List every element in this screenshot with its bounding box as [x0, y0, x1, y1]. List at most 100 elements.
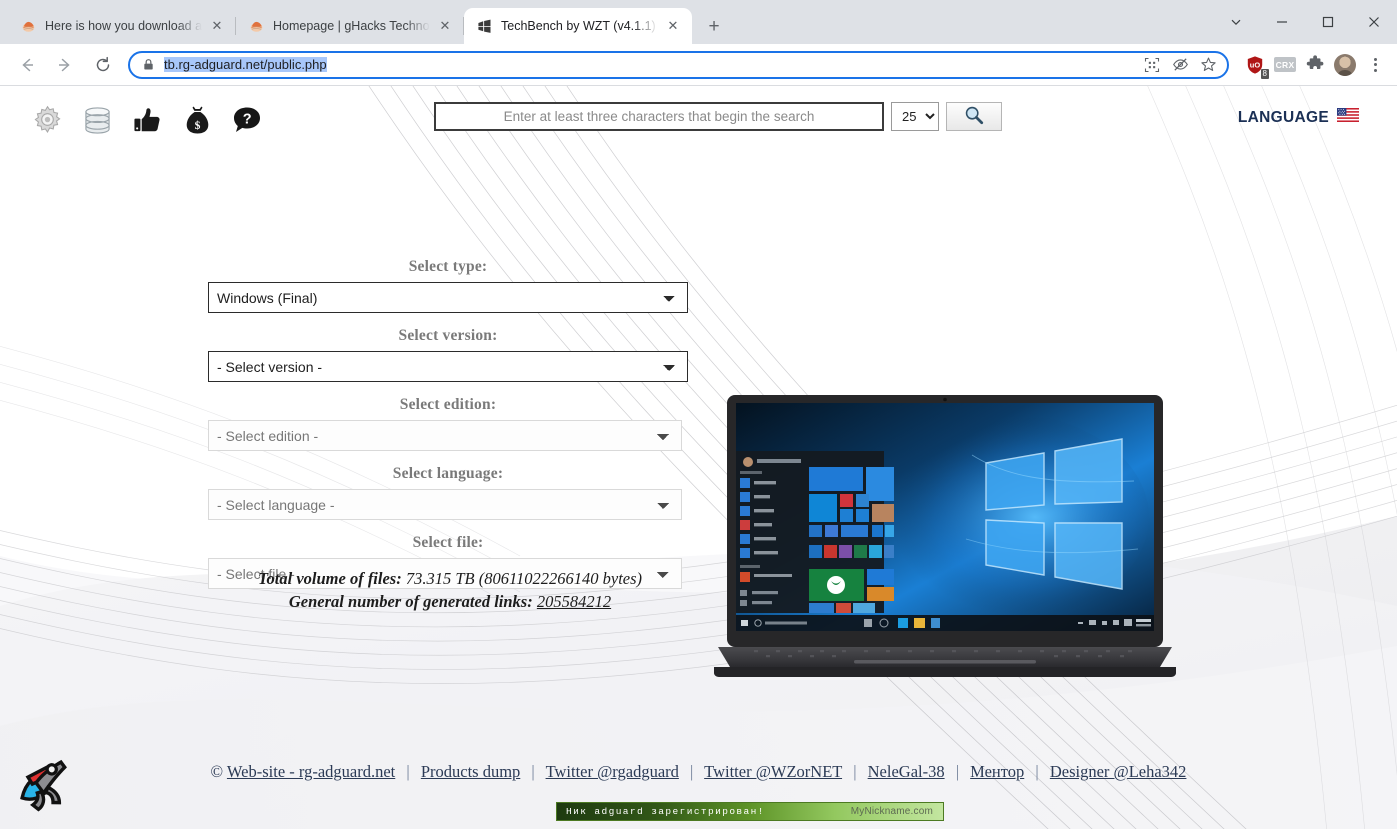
crx-label: CRX — [1274, 57, 1296, 72]
mynickname-brand: MyNickname.com — [850, 806, 933, 817]
total-volume-row: Total volume of files: 73.315 TB (806110… — [190, 568, 710, 591]
footer-links: © Web-site - rg-adguard.net | Products d… — [0, 762, 1397, 782]
database-icon[interactable] — [80, 103, 114, 137]
footer-separator: | — [406, 762, 410, 781]
footer-link-designer[interactable]: Designer @Leha342 — [1050, 762, 1187, 781]
minimize-icon[interactable] — [1259, 6, 1305, 38]
question-help-icon[interactable]: ? — [230, 103, 264, 137]
generated-links-row: General number of generated links: 20558… — [190, 591, 710, 614]
label-select-type: Select type: — [408, 258, 488, 275]
browser-toolbar: tb.rg-adguard.net/public.php uO 8 CRX — [0, 44, 1397, 86]
header-icon-bar: $ ? — [30, 103, 264, 137]
field-type: Select type: Windows (Final) — [208, 258, 688, 313]
mynickname-banner-text: Ник adguard зарегистрирован! — [566, 806, 765, 817]
tab-title: TechBench by WZT (v4.1.1) — [501, 19, 656, 33]
footer-separator: | — [1035, 762, 1039, 781]
windows-laptop-image — [714, 389, 1176, 677]
footer-separator: | — [955, 762, 960, 781]
footer-link-mentor[interactable]: Ментор — [970, 762, 1024, 781]
page-content: $ ? 25 — [0, 86, 1397, 829]
generated-links-value[interactable]: 205584212 — [537, 592, 611, 611]
search-area: 25 — [434, 102, 1002, 131]
total-volume-label: Total volume of files: — [257, 569, 402, 588]
crx-icon[interactable]: CRX — [1271, 51, 1299, 79]
windows-favicon-icon — [476, 18, 492, 34]
svg-text:?: ? — [243, 111, 252, 127]
results-per-page-select[interactable]: 25 — [891, 102, 939, 131]
footer-separator: | — [690, 762, 694, 781]
ghacks-favicon-icon — [20, 18, 36, 34]
window-controls — [1213, 0, 1397, 44]
eye-slash-icon[interactable] — [1167, 52, 1193, 78]
select-type[interactable]: Windows (Final) — [208, 282, 688, 313]
magnifier-icon — [964, 105, 984, 128]
qr-code-icon[interactable] — [1139, 52, 1165, 78]
browser-window: Here is how you download any W ✕ Homepag… — [0, 0, 1397, 831]
footer-link-twitter-rgadguard[interactable]: Twitter @rgadguard — [546, 762, 679, 781]
site-header: $ ? 25 — [0, 86, 1397, 148]
search-input[interactable] — [434, 102, 884, 131]
maximize-icon[interactable] — [1305, 6, 1351, 38]
label-select-language: Select language: — [392, 465, 504, 482]
select-edition[interactable]: - Select edition - — [208, 420, 682, 451]
back-button[interactable] — [12, 50, 42, 80]
generated-links-label: General number of generated links: — [288, 591, 533, 611]
tab-title: Here is how you download any W — [45, 19, 202, 33]
total-volume-value: 73.315 TB (80611022266140 bytes) — [405, 569, 643, 588]
address-bar[interactable]: tb.rg-adguard.net/public.php — [128, 50, 1229, 79]
omnibox-actions — [1139, 52, 1221, 78]
chrome-menu-icon[interactable] — [1361, 51, 1389, 79]
ublock-badge-count: 8 — [1260, 68, 1269, 79]
footer-separator: | — [531, 762, 535, 781]
avatar-image — [1334, 53, 1356, 76]
browser-tab-1[interactable]: Here is how you download any W ✕ — [8, 8, 236, 44]
statistics-block: Total volume of files: 73.315 TB (806110… — [190, 568, 710, 614]
close-window-icon[interactable] — [1351, 6, 1397, 38]
tab-close-icon[interactable]: ✕ — [436, 17, 454, 35]
select-language[interactable]: - Select language - — [208, 489, 682, 520]
field-language: Select language: - Select language - — [208, 465, 688, 520]
footer-link-website[interactable]: Web-site - rg-adguard.net — [227, 762, 395, 781]
language-label: LANGUAGE — [1237, 108, 1329, 126]
footer-link-nelegal[interactable]: NeleGal-38 — [868, 762, 945, 781]
language-switcher[interactable]: LANGUAGE — [1238, 108, 1359, 127]
label-select-edition: Select edition: — [399, 396, 497, 413]
address-bar-url[interactable]: tb.rg-adguard.net/public.php — [164, 57, 1139, 72]
extensions-puzzle-icon[interactable] — [1301, 51, 1329, 79]
footer-link-products-dump[interactable]: Products dump — [421, 762, 520, 781]
search-button[interactable] — [946, 102, 1002, 131]
svg-text:$: $ — [194, 119, 200, 132]
ghacks-favicon-icon — [248, 18, 264, 34]
mynickname-banner[interactable]: Ник adguard зарегистрирован! MyNickname.… — [556, 802, 944, 821]
gear-icon[interactable] — [30, 103, 64, 137]
browser-tab-2[interactable]: Homepage | gHacks Technology ✕ — [236, 8, 464, 44]
us-flag-icon — [1337, 108, 1359, 127]
tab-close-icon[interactable]: ✕ — [208, 17, 226, 35]
field-edition: Select edition: - Select edition - — [208, 396, 688, 451]
money-bag-icon[interactable]: $ — [180, 103, 214, 137]
url-text: tb.rg-adguard.net/public.php — [164, 57, 327, 72]
new-tab-button[interactable]: + — [700, 12, 728, 40]
footer-link-twitter-wzornet[interactable]: Twitter @WZorNET — [704, 762, 842, 781]
label-select-version: Select version: — [398, 327, 498, 344]
bookmark-star-icon[interactable] — [1195, 52, 1221, 78]
download-form: Select type: Windows (Final) Select vers… — [208, 258, 688, 603]
extensions-area: uO 8 CRX — [1235, 51, 1389, 79]
reload-button[interactable] — [88, 50, 118, 80]
thumbs-up-icon[interactable] — [130, 103, 164, 137]
svg-text:uO: uO — [1250, 60, 1261, 69]
tab-close-icon[interactable]: ✕ — [664, 17, 682, 35]
select-version[interactable]: - Select version - — [208, 351, 688, 382]
footer-separator: | — [853, 762, 857, 781]
forward-button[interactable] — [50, 50, 80, 80]
profile-avatar[interactable] — [1331, 51, 1359, 79]
field-version: Select version: - Select version - — [208, 327, 688, 382]
lock-icon — [142, 58, 155, 71]
ublock-origin-icon[interactable]: uO 8 — [1241, 51, 1269, 79]
tab-search-chevron-down-icon[interactable] — [1213, 6, 1259, 38]
tab-title: Homepage | gHacks Technology — [273, 19, 430, 33]
label-select-file: Select file: — [412, 534, 484, 551]
browser-tab-3-active[interactable]: TechBench by WZT (v4.1.1) ✕ — [464, 8, 692, 44]
tab-strip: Here is how you download any W ✕ Homepag… — [0, 0, 1397, 44]
three-dot-menu — [1362, 52, 1388, 78]
